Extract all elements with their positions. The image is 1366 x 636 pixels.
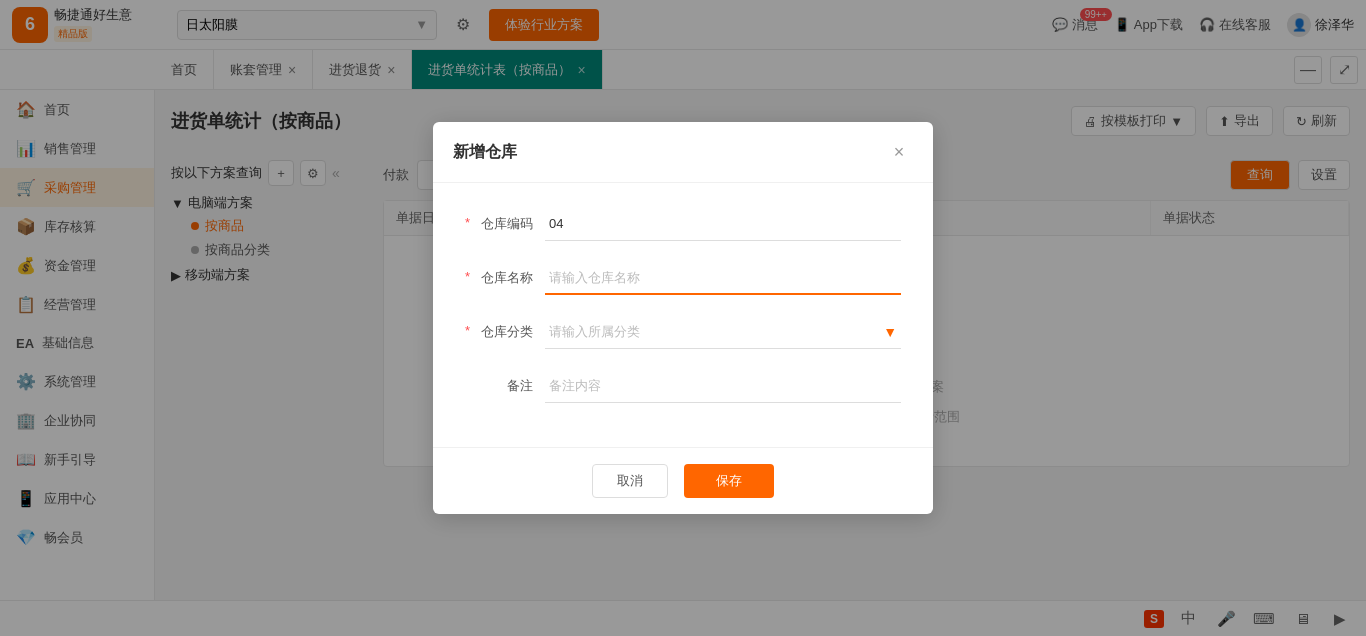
modal-body: 仓库编码 仓库名称 仓库分类 请输入所属分类 ▼ 备注 <box>433 183 933 447</box>
form-row-name: 仓库名称 <box>465 261 901 295</box>
category-select[interactable]: 请输入所属分类 ▼ <box>545 315 901 349</box>
remark-input[interactable] <box>545 369 901 403</box>
modal-title: 新增仓库 <box>453 142 517 163</box>
category-label: 仓库分类 <box>465 323 545 341</box>
category-dropdown-icon: ▼ <box>883 324 897 340</box>
modal-overlay[interactable]: 新增仓库 × 仓库编码 仓库名称 仓库分类 请输入所属分类 ▼ <box>0 0 1366 636</box>
form-row-category: 仓库分类 请输入所属分类 ▼ <box>465 315 901 349</box>
cancel-button[interactable]: 取消 <box>592 464 668 498</box>
form-row-remark: 备注 <box>465 369 901 403</box>
remark-label: 备注 <box>465 377 545 395</box>
name-input[interactable] <box>545 261 901 295</box>
modal-close-button[interactable]: × <box>885 138 913 166</box>
save-button[interactable]: 保存 <box>684 464 774 498</box>
code-input[interactable] <box>545 207 901 241</box>
code-label: 仓库编码 <box>465 215 545 233</box>
category-placeholder: 请输入所属分类 <box>549 323 640 341</box>
new-warehouse-modal: 新增仓库 × 仓库编码 仓库名称 仓库分类 请输入所属分类 ▼ <box>433 122 933 514</box>
name-label: 仓库名称 <box>465 269 545 287</box>
modal-header: 新增仓库 × <box>433 122 933 183</box>
modal-footer: 取消 保存 <box>433 447 933 514</box>
form-row-code: 仓库编码 <box>465 207 901 241</box>
